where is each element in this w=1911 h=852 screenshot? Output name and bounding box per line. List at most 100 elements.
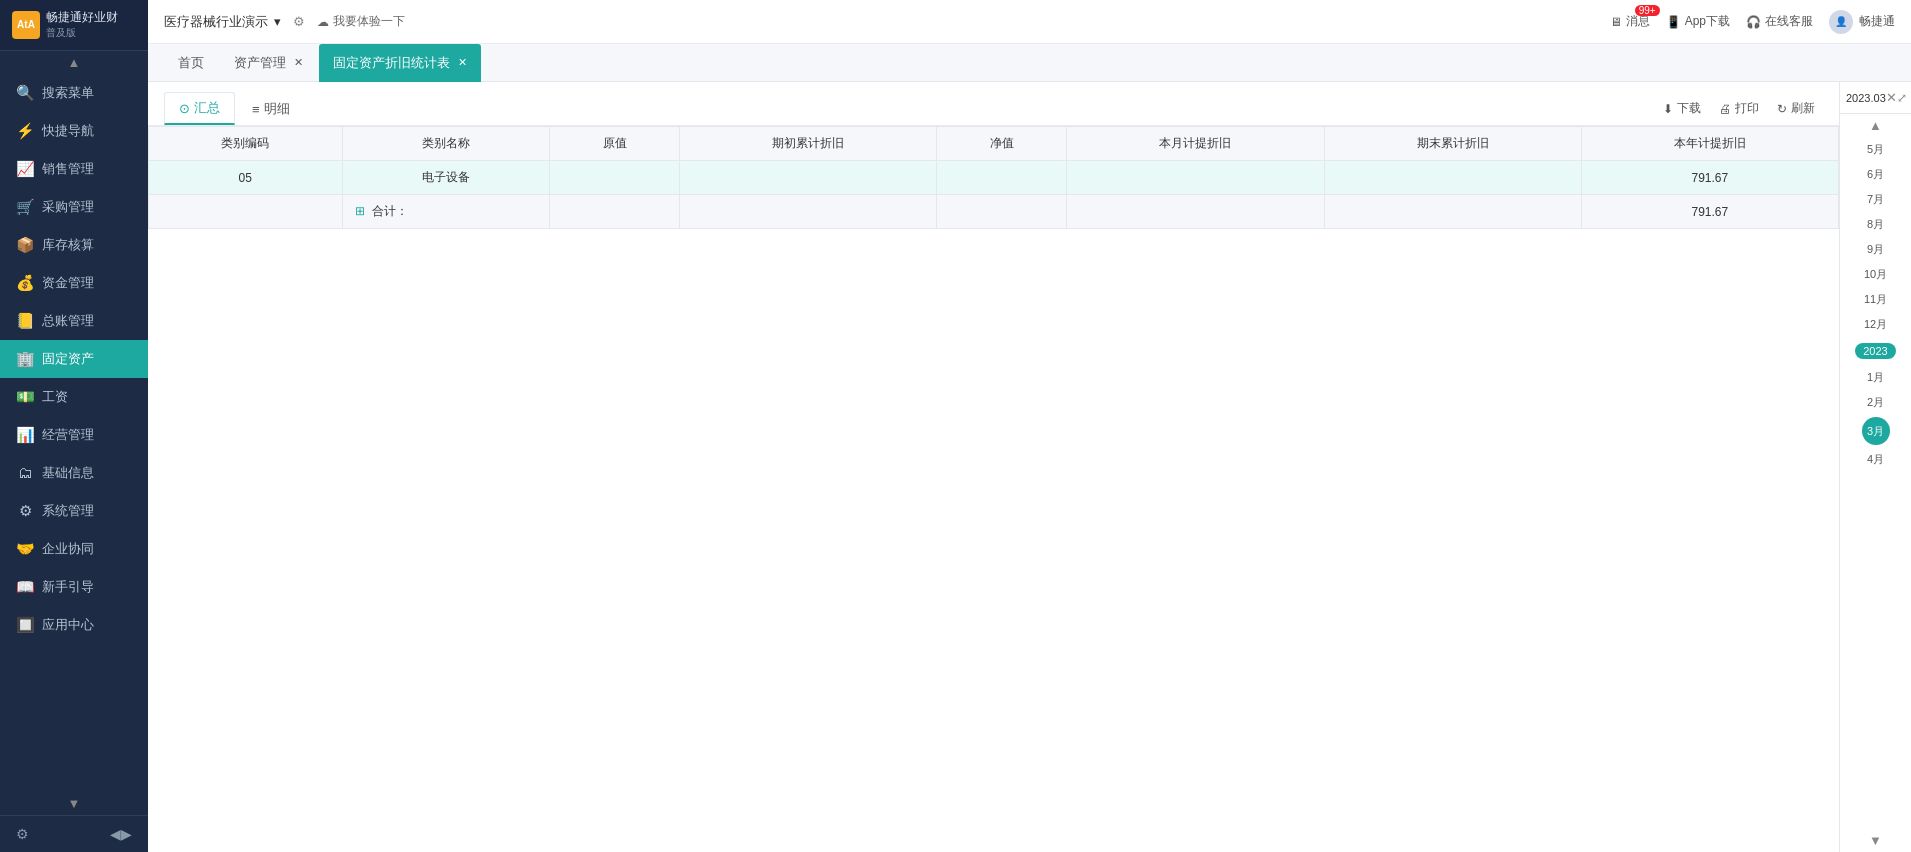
user-menu[interactable]: 👤 畅捷通 xyxy=(1829,10,1895,34)
fixed-icon: 🏢 xyxy=(16,350,34,368)
col-header-monthly: 本月计提折旧 xyxy=(1067,127,1324,161)
sidebar-item-system[interactable]: ⚙ 系统管理 xyxy=(0,492,148,530)
date-panel-title: 2023.03 xyxy=(1846,92,1886,104)
sidebar-item-quicknav[interactable]: ⚡ 快捷导航 xyxy=(0,112,148,150)
cell-ending xyxy=(1324,161,1581,195)
sidebar-item-purchase[interactable]: 🛒 采购管理 xyxy=(0,188,148,226)
cell-initial xyxy=(680,161,937,195)
sidebar-item-funds[interactable]: 💰 资金管理 xyxy=(0,264,148,302)
subtab-detail[interactable]: ≡ 明细 xyxy=(237,93,305,124)
subtabs: ⊙ 汇总 ≡ 明细 ⬇ 下载 🖨 打印 ↻ xyxy=(148,82,1839,126)
date-scroll-down[interactable]: ▼ xyxy=(1840,829,1911,852)
date-month-6[interactable]: 6月 xyxy=(1863,162,1888,187)
system-icon: ⚙ xyxy=(16,502,34,520)
inventory-icon: 📦 xyxy=(16,236,34,254)
cloud-icon: ☁ xyxy=(317,15,329,29)
tab-depreciation-close[interactable]: ✕ xyxy=(458,56,467,69)
experience-label: 我要体验一下 xyxy=(333,13,405,30)
sidebar-scroll-down[interactable]: ▼ xyxy=(0,792,148,815)
experience-btn[interactable]: ☁ 我要体验一下 xyxy=(317,13,405,30)
settings-gear-icon[interactable]: ⚙ xyxy=(293,14,305,29)
search-icon: 🔍 xyxy=(16,84,34,102)
settings-icon[interactable]: ⚙ xyxy=(16,826,29,842)
tab-asset-close[interactable]: ✕ xyxy=(294,56,303,69)
app-version: 普及版 xyxy=(46,26,118,40)
date-month-8[interactable]: 8月 xyxy=(1863,212,1888,237)
message-btn[interactable]: 🖥 消息 99+ xyxy=(1610,13,1650,30)
col-header-annual: 本年计提折旧 xyxy=(1581,127,1838,161)
tab-depreciation-report[interactable]: 固定资产折旧统计表 ✕ xyxy=(319,44,481,82)
main-area: 医疗器械行业演示 ▾ ⚙ ☁ 我要体验一下 🖥 消息 99+ 📱 App下载 🎧… xyxy=(148,0,1911,852)
refresh-icon: ↻ xyxy=(1777,102,1787,116)
total-row: ⊞ 合计： 791.67 xyxy=(149,195,1839,229)
table-row: 05 电子设备 791.67 xyxy=(149,161,1839,195)
logo-icon: AtA xyxy=(12,11,40,39)
sidebar-label-apps: 应用中心 xyxy=(42,616,94,634)
sidebar-item-search[interactable]: 🔍 搜索菜单 xyxy=(0,74,148,112)
enterprise-icon: 🤝 xyxy=(16,540,34,558)
sidebar-label-inventory: 库存核算 xyxy=(42,236,94,254)
content-area: ⊙ 汇总 ≡ 明细 ⬇ 下载 🖨 打印 ↻ xyxy=(148,82,1911,852)
collapse-icon[interactable]: ◀▶ xyxy=(110,826,132,842)
date-month-2023-3[interactable]: 3月 xyxy=(1862,417,1890,445)
sidebar-label-purchase: 采购管理 xyxy=(42,198,94,216)
tab-home[interactable]: 首页 xyxy=(164,44,218,82)
detail-icon: ≡ xyxy=(252,102,260,117)
date-panel-close[interactable]: ✕ xyxy=(1886,90,1897,105)
app-name: 畅捷通好业财 xyxy=(46,10,118,26)
tab-depreciation-label: 固定资产折旧统计表 xyxy=(333,54,450,72)
print-btn[interactable]: 🖨 打印 xyxy=(1711,96,1767,121)
phone-icon: 📱 xyxy=(1666,15,1681,29)
funds-icon: 💰 xyxy=(16,274,34,292)
print-label: 打印 xyxy=(1735,100,1759,117)
cell-original xyxy=(550,161,680,195)
date-month-2023-2[interactable]: 2月 xyxy=(1863,390,1888,415)
apps-icon: 🔲 xyxy=(16,616,34,634)
home-label: 首页 xyxy=(178,54,204,72)
date-month-9[interactable]: 9月 xyxy=(1863,237,1888,262)
subtab-summary[interactable]: ⊙ 汇总 xyxy=(164,92,235,125)
sidebar-item-salary[interactable]: 💵 工资 xyxy=(0,378,148,416)
salary-icon: 💵 xyxy=(16,388,34,406)
date-scroll-up[interactable]: ▲ xyxy=(1840,114,1911,137)
sidebar-item-sales[interactable]: 📈 销售管理 xyxy=(0,150,148,188)
cell-code: 05 xyxy=(149,161,343,195)
sidebar-item-inventory[interactable]: 📦 库存核算 xyxy=(0,226,148,264)
sidebar-label-search: 搜索菜单 xyxy=(42,84,94,102)
operation-icon: 📊 xyxy=(16,426,34,444)
sidebar-label-ledger: 总账管理 xyxy=(42,312,94,330)
print-icon: 🖨 xyxy=(1719,102,1731,116)
sidebar-label-fixed: 固定资产 xyxy=(42,350,94,368)
sidebar-nav: 🔍 搜索菜单 ⚡ 快捷导航 📈 销售管理 🛒 采购管理 📦 库存核算 💰 资金管… xyxy=(0,74,148,792)
app-download-btn[interactable]: 📱 App下载 xyxy=(1666,13,1730,30)
sidebar-item-basic[interactable]: 🗂 基础信息 xyxy=(0,454,148,492)
date-month-10[interactable]: 10月 xyxy=(1860,262,1891,287)
year-2023-label: 2023 xyxy=(1855,343,1895,359)
tab-asset-management[interactable]: 资产管理 ✕ xyxy=(220,44,317,82)
company-selector[interactable]: 医疗器械行业演示 ▾ xyxy=(164,13,281,31)
refresh-btn[interactable]: ↻ 刷新 xyxy=(1769,96,1823,121)
sidebar-item-ledger[interactable]: 📒 总账管理 xyxy=(0,302,148,340)
sidebar-scroll-up[interactable]: ▲ xyxy=(0,51,148,74)
headset-icon: 🎧 xyxy=(1746,15,1761,29)
date-month-7[interactable]: 7月 xyxy=(1863,187,1888,212)
date-month-2023-1[interactable]: 1月 xyxy=(1863,365,1888,390)
ledger-icon: 📒 xyxy=(16,312,34,330)
subtab-summary-label: 汇总 xyxy=(194,99,220,117)
online-service-btn[interactable]: 🎧 在线客服 xyxy=(1746,13,1813,30)
sidebar-item-operation[interactable]: 📊 经营管理 xyxy=(0,416,148,454)
online-service-label: 在线客服 xyxy=(1765,13,1813,30)
cell-net xyxy=(937,161,1067,195)
col-header-name: 类别名称 xyxy=(342,127,550,161)
sales-icon: 📈 xyxy=(16,160,34,178)
date-month-5[interactable]: 5月 xyxy=(1863,137,1888,162)
download-btn[interactable]: ⬇ 下载 xyxy=(1655,96,1709,121)
date-month-12[interactable]: 12月 xyxy=(1860,312,1891,337)
sidebar-item-guide[interactable]: 📖 新手引导 xyxy=(0,568,148,606)
sidebar-item-fixed[interactable]: 🏢 固定资产 xyxy=(0,340,148,378)
date-month-11[interactable]: 11月 xyxy=(1860,287,1891,312)
date-month-2023-4[interactable]: 4月 xyxy=(1863,447,1888,472)
date-panel-expand[interactable]: ⤢ xyxy=(1897,91,1907,105)
sidebar-item-enterprise[interactable]: 🤝 企业协同 xyxy=(0,530,148,568)
sidebar-item-apps[interactable]: 🔲 应用中心 xyxy=(0,606,148,644)
